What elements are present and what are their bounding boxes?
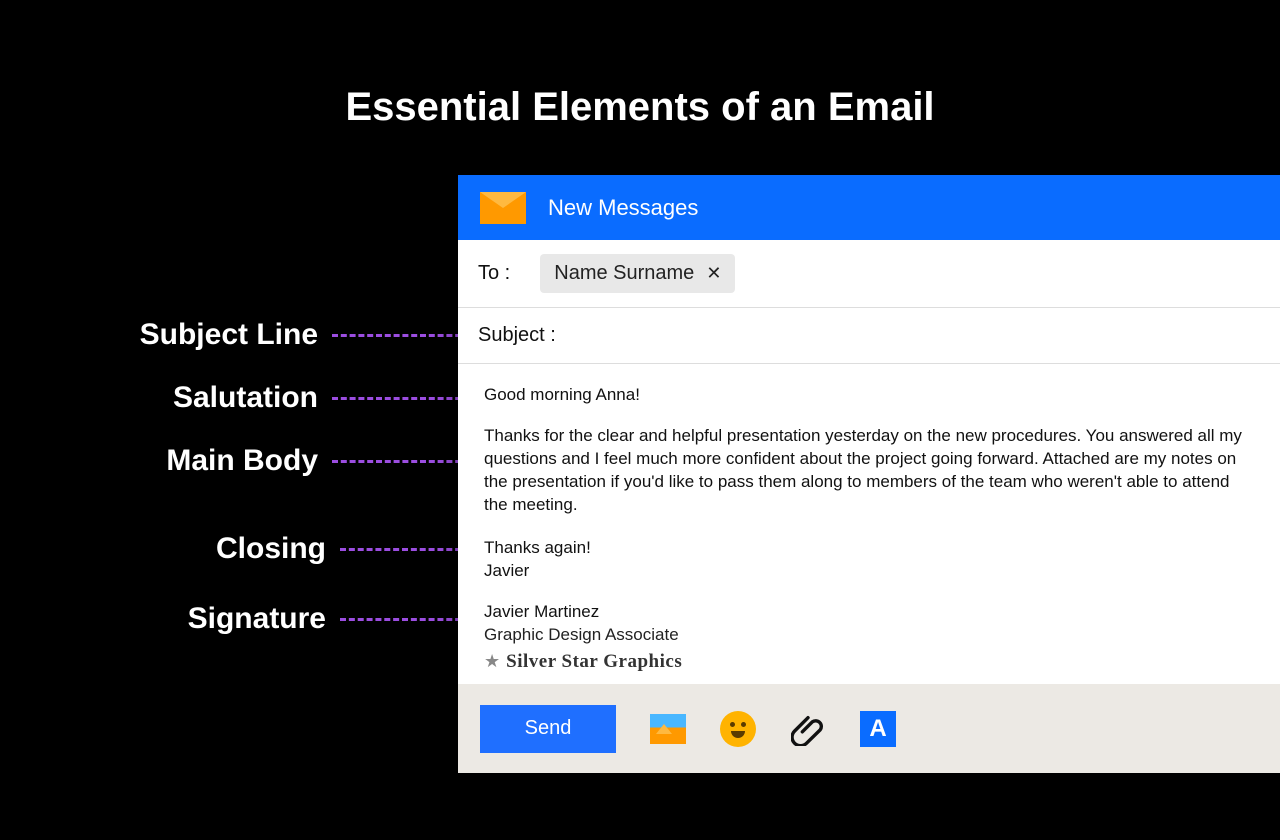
star-icon: ★ — [484, 652, 500, 670]
envelope-icon — [480, 192, 526, 224]
insert-image-button[interactable] — [650, 711, 686, 747]
label-main-body: Main Body — [166, 444, 318, 478]
closing-block: Thanks again! Javier — [484, 537, 1254, 583]
attach-file-button[interactable] — [790, 711, 826, 747]
email-body-area[interactable]: Good morning Anna! Thanks for the clear … — [458, 364, 1280, 684]
recipient-name: Name Surname — [554, 262, 694, 285]
label-salutation: Salutation — [173, 381, 318, 415]
paperclip-icon — [791, 712, 825, 746]
signature-block: Javier Martinez Graphic Design Associate… — [484, 601, 1254, 675]
send-button[interactable]: Send — [480, 705, 616, 753]
subject-label: Subject : — [478, 324, 556, 346]
salutation-text: Good morning Anna! — [484, 384, 1254, 407]
connector-line — [332, 397, 470, 400]
page-title: Essential Elements of an Email — [0, 0, 1280, 130]
connector-line — [340, 548, 470, 551]
signature-company: Silver Star Graphics — [506, 649, 682, 675]
connector-line — [332, 334, 470, 337]
closing-text: Thanks again! — [484, 537, 1254, 560]
text-format-button[interactable]: A — [860, 711, 896, 747]
insert-emoji-button[interactable] — [720, 711, 756, 747]
label-closing: Closing — [216, 532, 326, 566]
sender-name-short: Javier — [484, 560, 1254, 583]
signature-name: Javier Martinez — [484, 601, 1254, 624]
connector-line — [332, 460, 470, 463]
connector-line — [340, 618, 470, 621]
subject-row[interactable]: Subject : — [458, 308, 1280, 364]
label-signature: Signature — [188, 602, 326, 636]
signature-title: Graphic Design Associate — [484, 624, 1254, 647]
recipient-chip[interactable]: Name Surname ✕ — [540, 254, 735, 293]
compose-header: New Messages — [458, 175, 1280, 240]
compose-header-title: New Messages — [548, 195, 698, 221]
emoji-icon — [720, 711, 756, 747]
compose-toolbar: Send A — [458, 684, 1280, 773]
compose-window: New Messages To : Name Surname ✕ Subject… — [458, 175, 1280, 773]
image-icon — [650, 714, 686, 744]
text-format-icon: A — [860, 711, 896, 747]
main-body-text: Thanks for the clear and helpful present… — [484, 425, 1254, 517]
to-label: To : — [478, 262, 510, 285]
to-row: To : Name Surname ✕ — [458, 240, 1280, 308]
remove-recipient-icon[interactable]: ✕ — [706, 263, 721, 284]
label-subject-line: Subject Line — [140, 318, 318, 352]
